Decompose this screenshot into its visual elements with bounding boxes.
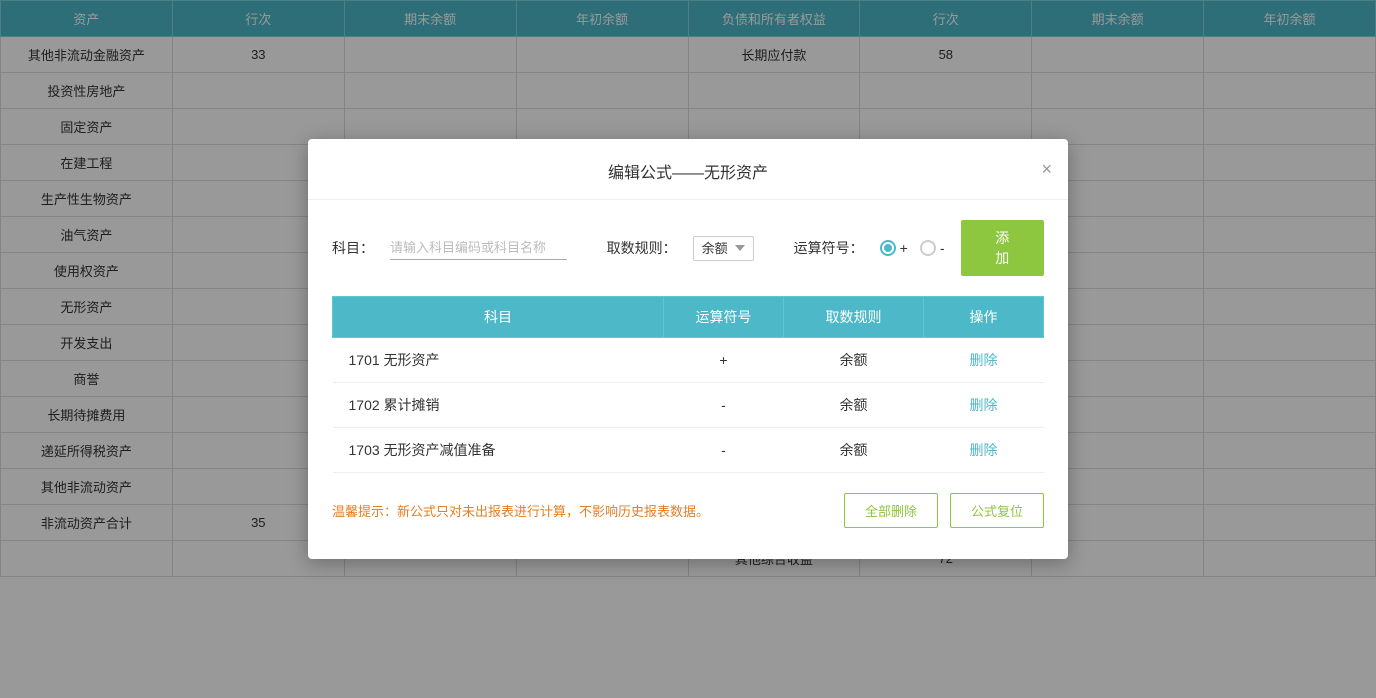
row-subject: 1703 无形资产减值准备	[333, 428, 664, 473]
delete-link[interactable]: 删除	[970, 352, 998, 368]
rule-label: 取数规则：	[607, 238, 677, 258]
row-action: 删除	[924, 428, 1044, 473]
row-subject: 1702 累计摊销	[333, 383, 664, 428]
radio-minus[interactable]: -	[920, 240, 945, 256]
row-rule: 余额	[784, 428, 924, 473]
row-subject: 1701 无形资产	[333, 338, 664, 383]
modal-overlay: 编辑公式——无形资产 × 科目： 取数规则： 余额 运算符号：	[0, 0, 1376, 698]
col-rule: 取数规则	[784, 297, 924, 338]
row-rule: 余额	[784, 338, 924, 383]
row-rule: 余额	[784, 383, 924, 428]
modal-header: 编辑公式——无形资产 ×	[308, 139, 1068, 200]
col-op: 运算符号	[664, 297, 784, 338]
table-row: 1703 无形资产减值准备-余额 删除	[333, 428, 1044, 473]
rule-select-wrap: 余额	[693, 236, 754, 261]
rule-select[interactable]: 余额	[693, 236, 754, 261]
radio-plus[interactable]: +	[880, 240, 908, 256]
data-table-wrap: 科目 运算符号 取数规则 操作 1701 无形资产+余额删除1702 累计摊销-…	[332, 296, 1044, 473]
hint-text: 温馨提示：新公式只对未出报表进行计算，不影响历史报表数据。	[332, 501, 709, 520]
row-action: 删除	[924, 383, 1044, 428]
radio-plus-circle	[880, 240, 896, 256]
row-op: -	[664, 383, 784, 428]
form-row: 科目： 取数规则： 余额 运算符号： +	[308, 200, 1068, 296]
modal-title: 编辑公式——无形资产	[608, 165, 768, 182]
delete-all-button[interactable]: 全部删除	[844, 493, 938, 528]
background-table-wrap: 资产 行次 期末余额 年初余额 负债和所有者权益 行次 期末余额 年初余额 其他…	[0, 0, 1376, 698]
add-button[interactable]: 添加	[961, 220, 1044, 276]
col-subject: 科目	[333, 297, 664, 338]
radio-plus-label: +	[900, 240, 908, 256]
radio-minus-circle	[920, 240, 936, 256]
subject-label: 科目：	[332, 238, 374, 258]
col-action: 操作	[924, 297, 1044, 338]
op-label: 运算符号：	[794, 238, 864, 258]
subject-input[interactable]	[390, 236, 567, 260]
data-table: 科目 运算符号 取数规则 操作 1701 无形资产+余额删除1702 累计摊销-…	[332, 296, 1044, 473]
radio-minus-label: -	[940, 240, 945, 256]
modal-footer: 温馨提示：新公式只对未出报表进行计算，不影响历史报表数据。 全部删除 公式复位	[308, 473, 1068, 528]
delete-link[interactable]: 删除	[970, 397, 998, 413]
delete-link[interactable]: 删除	[970, 442, 998, 458]
row-op: -	[664, 428, 784, 473]
row-op: +	[664, 338, 784, 383]
table-row: 1701 无形资产+余额 删除	[333, 338, 1044, 383]
table-row: 1702 累计摊销-余额 删除	[333, 383, 1044, 428]
reset-formula-button[interactable]: 公式复位	[950, 493, 1044, 528]
radio-group: + -	[880, 240, 945, 256]
footer-buttons: 全部删除 公式复位	[844, 493, 1044, 528]
modal-close-button[interactable]: ×	[1041, 160, 1052, 178]
row-action: 删除	[924, 338, 1044, 383]
modal-dialog: 编辑公式——无形资产 × 科目： 取数规则： 余额 运算符号：	[308, 139, 1068, 559]
